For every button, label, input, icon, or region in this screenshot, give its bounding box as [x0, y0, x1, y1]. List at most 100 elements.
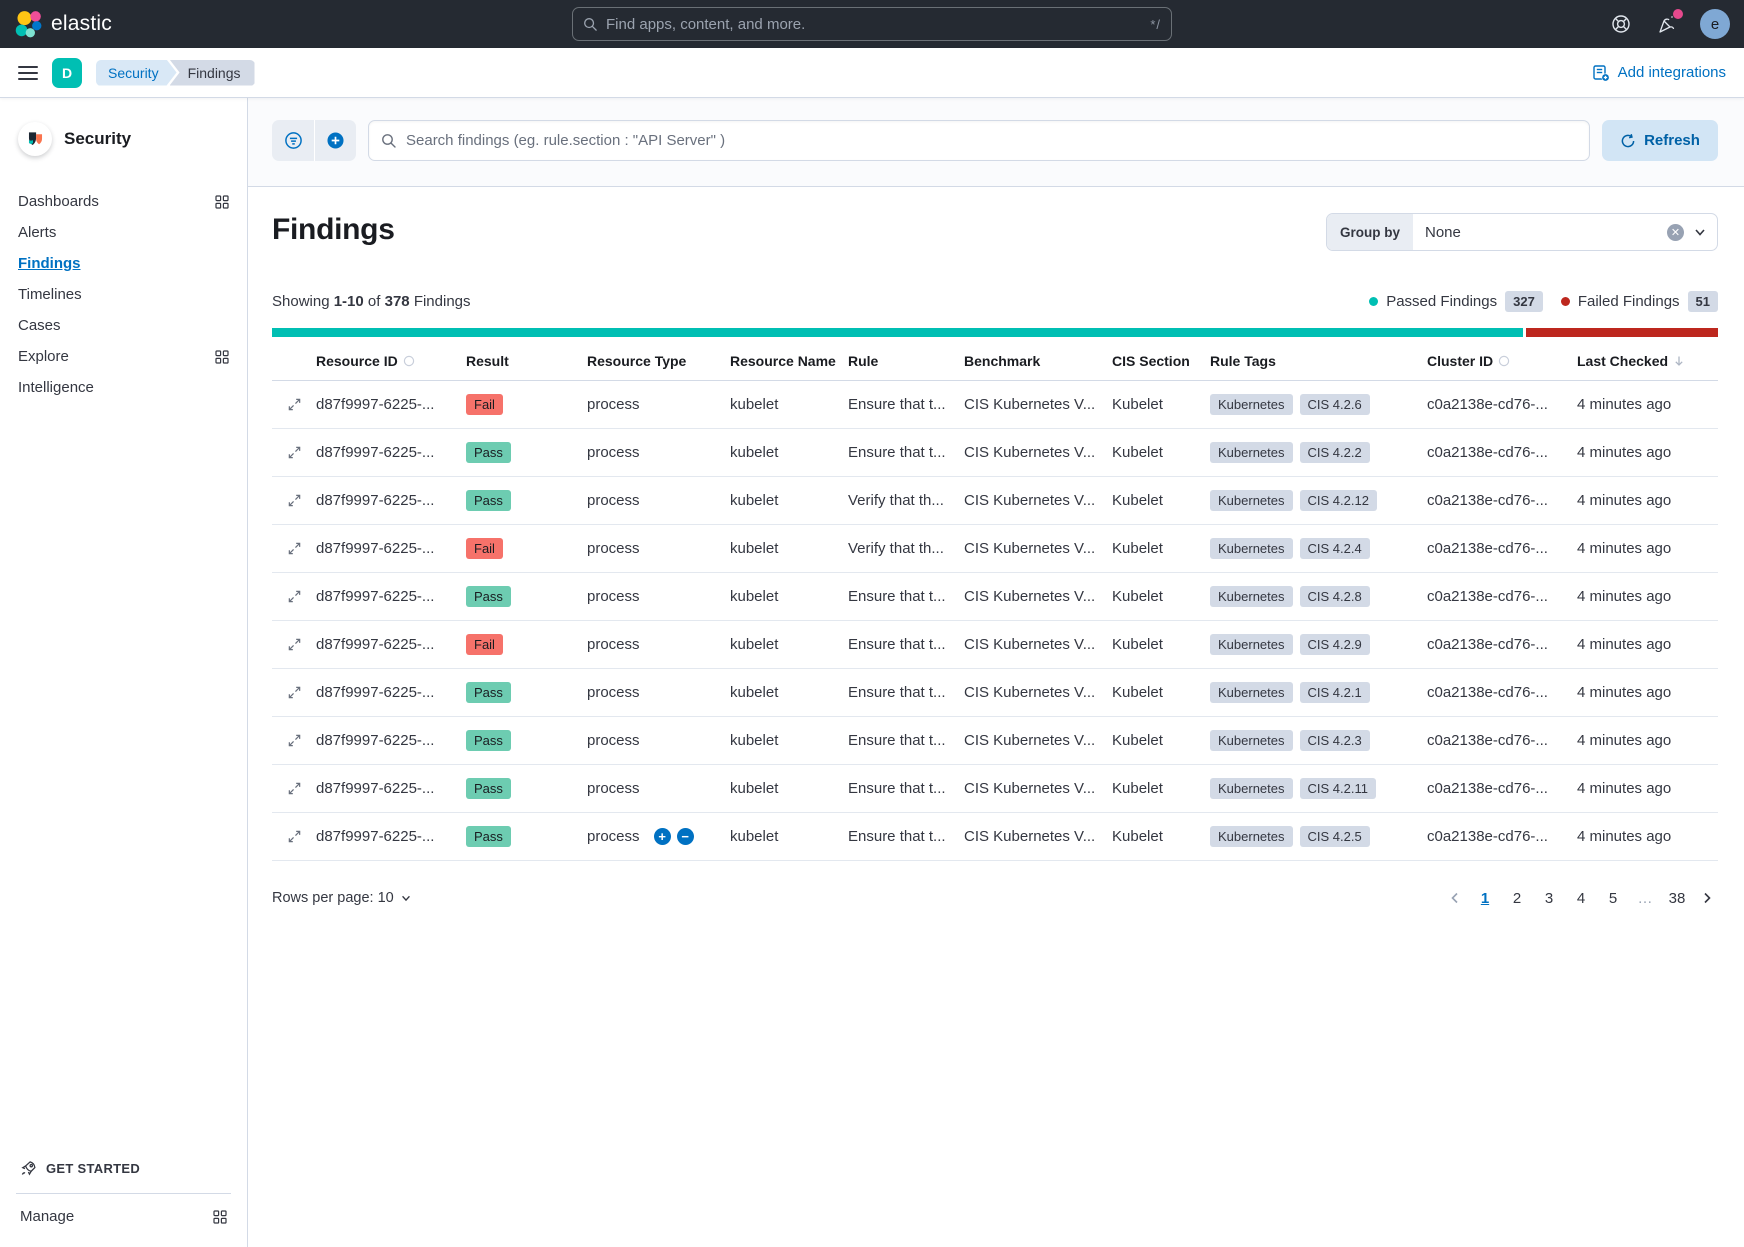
column-header-resource-id[interactable]: Resource ID [316, 353, 466, 369]
sidebar-item-intelligence[interactable]: Intelligence [0, 372, 247, 403]
rule-cell: Ensure that t... [848, 828, 946, 845]
expand-row-button[interactable] [272, 685, 316, 700]
group-by-control[interactable]: Group by None ✕ [1326, 213, 1718, 251]
resource-id-cell: d87f9997-6225-... [316, 492, 435, 509]
group-by-label: Group by [1327, 214, 1413, 250]
expand-row-button[interactable] [272, 541, 316, 556]
chevron-down-icon[interactable] [1693, 225, 1707, 239]
expand-row-button[interactable] [272, 733, 316, 748]
pagination-page-1[interactable]: 1 [1472, 885, 1498, 911]
cis-section-cell: Kubelet [1112, 492, 1163, 509]
cluster-id-cell: c0a2138e-cd76-... [1427, 636, 1548, 653]
sidebar-item-manage[interactable]: Manage [14, 1208, 233, 1225]
result-cell: Pass [466, 682, 587, 703]
manage-label: Manage [20, 1208, 75, 1225]
deployment-badge[interactable]: D [52, 57, 82, 88]
add-integrations-button[interactable]: Add integrations [1592, 64, 1726, 82]
failed-bar [1525, 328, 1718, 337]
expand-icon [288, 686, 300, 699]
column-header-benchmark[interactable]: Benchmark [964, 353, 1112, 369]
refresh-button[interactable]: Refresh [1602, 120, 1718, 161]
expand-row-button[interactable] [272, 781, 316, 796]
menu-icon[interactable] [18, 65, 38, 80]
global-search[interactable]: */ [572, 7, 1172, 41]
cluster-id-cell: c0a2138e-cd76-... [1427, 540, 1548, 557]
expand-row-button[interactable] [272, 637, 316, 652]
group-by-clear-icon[interactable]: ✕ [1667, 223, 1684, 241]
sidebar-item-explore[interactable]: Explore [0, 341, 247, 372]
sidebar-item-cases[interactable]: Cases [0, 310, 247, 341]
rule-tags-cell: Kubernetes CIS 4.2.9 [1210, 634, 1427, 655]
add-filter-button[interactable] [314, 120, 356, 161]
sidebar-item-timelines[interactable]: Timelines [0, 279, 247, 310]
cluster-id-cell: c0a2138e-cd76-... [1427, 828, 1548, 845]
expand-row-button[interactable] [272, 445, 316, 460]
breadcrumb-security[interactable]: Security [96, 60, 177, 86]
rows-per-page-button[interactable]: Rows per page: 10 [272, 890, 412, 906]
column-header-cis-section[interactable]: CIS Section [1112, 353, 1210, 369]
rule-tags-cell: Kubernetes CIS 4.2.8 [1210, 586, 1427, 607]
pagination-page-4[interactable]: 4 [1568, 885, 1594, 911]
brand-name: elastic [51, 12, 112, 35]
global-search-input[interactable] [606, 15, 1151, 33]
findings-search-input[interactable] [406, 132, 1577, 149]
expand-row-button[interactable] [272, 493, 316, 508]
expand-row-button[interactable] [272, 397, 316, 412]
group-by-value[interactable]: None [1413, 224, 1667, 241]
table-row: d87f9997-6225-... Pass process + − kubel… [272, 813, 1718, 861]
pagination-page-3[interactable]: 3 [1536, 885, 1562, 911]
column-header-resource-name[interactable]: Resource Name [730, 353, 848, 369]
sidebar-item-dashboards[interactable]: Dashboards [0, 186, 247, 217]
sidebar-item-get-started[interactable]: GET STARTED [14, 1160, 233, 1193]
resource-type-cell: process + − [587, 588, 730, 605]
pagination-prev-icon[interactable] [1444, 891, 1466, 905]
table-row: d87f9997-6225-... Pass process + − kubel… [272, 573, 1718, 621]
expand-row-button[interactable] [272, 589, 316, 604]
column-header-resource-type[interactable]: Resource Type [587, 353, 730, 369]
rule-tag-badge: Kubernetes [1210, 634, 1293, 655]
result-badge: Pass [466, 586, 511, 607]
news-icon[interactable] [1654, 9, 1683, 37]
column-header-result[interactable]: Result [466, 353, 587, 369]
breadcrumb-bar: D Security Findings Add integrations [0, 48, 1744, 98]
apps-grid-icon [213, 1209, 227, 1224]
filter-for-value-icon[interactable]: + [653, 828, 671, 846]
pagination-next-icon[interactable] [1696, 891, 1718, 905]
last-checked-cell: 4 minutes ago [1577, 540, 1672, 557]
pagination-page-38[interactable]: 38 [1664, 885, 1690, 911]
column-header-last-checked[interactable]: Last Checked [1577, 353, 1718, 369]
column-header-rule[interactable]: Rule [848, 353, 964, 369]
failed-count-badge: 51 [1687, 291, 1718, 312]
column-header-rule-tags[interactable]: Rule Tags [1210, 353, 1427, 369]
rule-tags-cell: Kubernetes CIS 4.2.5 [1210, 826, 1427, 847]
column-header-cluster-id[interactable]: Cluster ID [1427, 353, 1577, 369]
table-row: d87f9997-6225-... Pass process + − kubel… [272, 429, 1718, 477]
sidebar-item-label: Dashboards [18, 193, 99, 210]
elastic-logo[interactable]: elastic [14, 10, 112, 38]
result-badge: Pass [466, 442, 511, 463]
help-icon[interactable] [1608, 11, 1634, 37]
rule-tag-badge: Kubernetes [1210, 394, 1293, 415]
sidebar-item-findings[interactable]: Findings [0, 248, 247, 279]
table-row: d87f9997-6225-... Pass process + − kubel… [272, 669, 1718, 717]
filter-out-value-icon[interactable]: − [676, 828, 694, 846]
expand-row-button[interactable] [272, 829, 316, 844]
findings-search[interactable] [368, 120, 1590, 161]
cluster-id-cell: c0a2138e-cd76-... [1427, 444, 1548, 461]
sidebar-item-label: Cases [18, 317, 61, 334]
breadcrumb-findings: Findings [169, 59, 255, 86]
rule-tag-badge: Kubernetes [1210, 538, 1293, 559]
resource-name-cell: kubelet [730, 396, 779, 413]
filter-list-button[interactable] [272, 120, 314, 161]
resource-name-cell: kubelet [730, 732, 779, 749]
resource-name-cell: kubelet [730, 444, 779, 461]
benchmark-cell: CIS Kubernetes V... [964, 732, 1096, 749]
rule-tag-badge: CIS 4.2.2 [1299, 442, 1370, 463]
pagination-page-2[interactable]: 2 [1504, 885, 1530, 911]
cis-section-cell: Kubelet [1112, 396, 1163, 413]
sidebar-item-alerts[interactable]: Alerts [0, 217, 247, 248]
user-avatar[interactable]: e [1700, 9, 1730, 39]
pagination-page-5[interactable]: 5 [1600, 885, 1626, 911]
rule-cell: Ensure that t... [848, 684, 946, 701]
resource-type-value: process [587, 492, 640, 509]
